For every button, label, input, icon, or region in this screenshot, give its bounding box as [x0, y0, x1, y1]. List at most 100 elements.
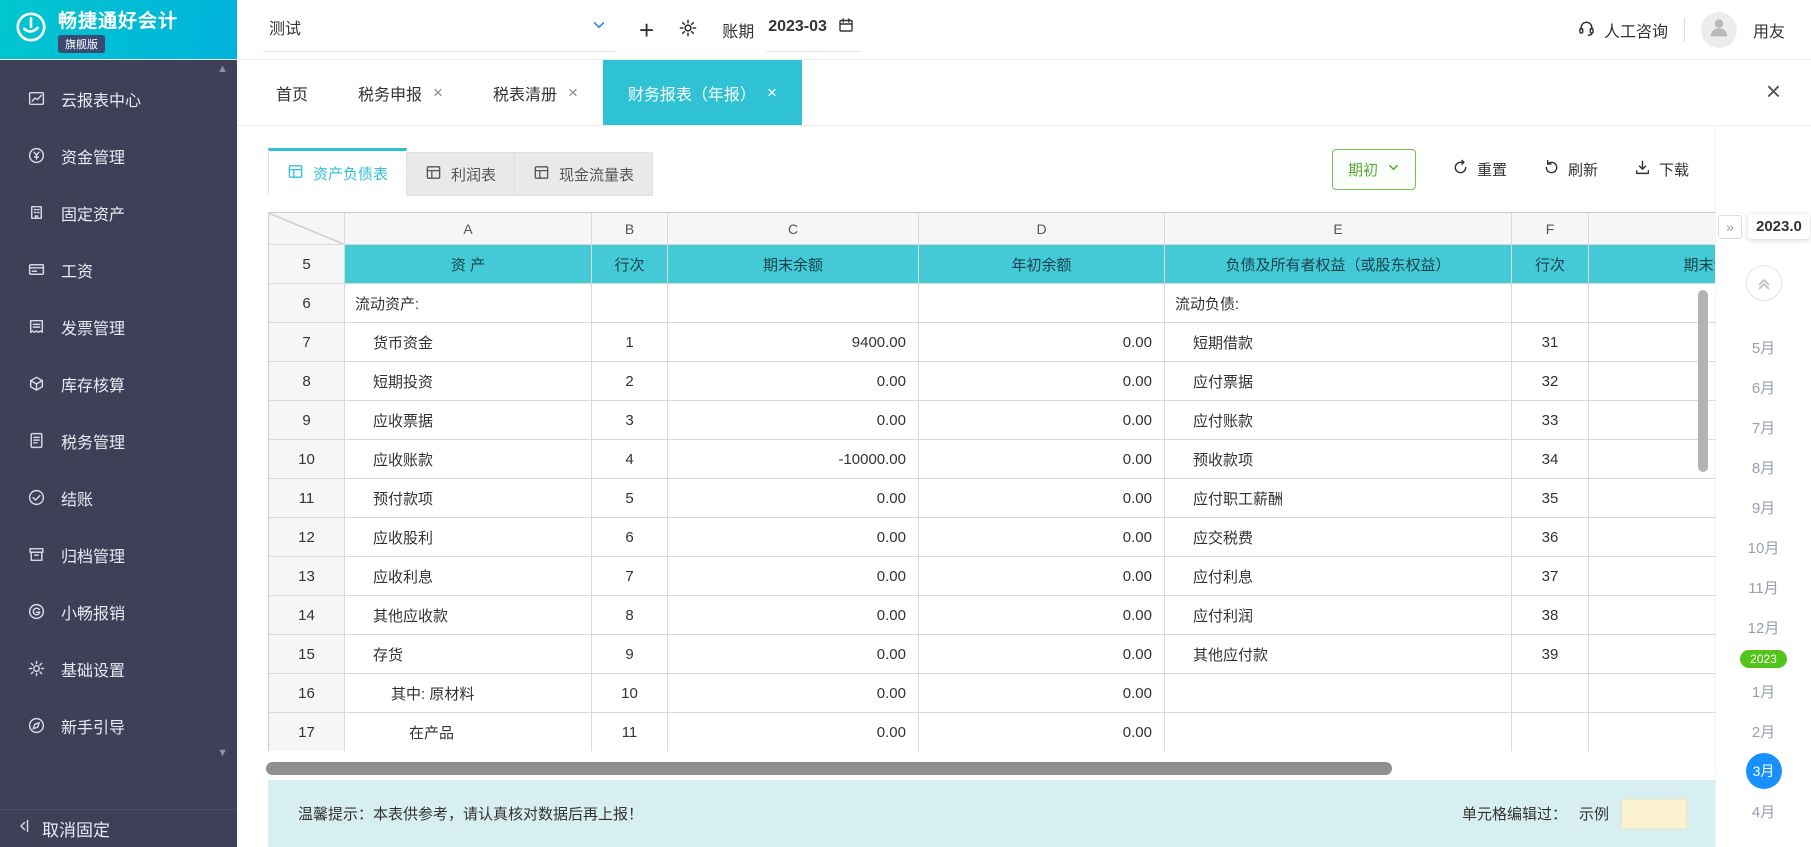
month-item-11月[interactable]: 11月	[1716, 567, 1811, 607]
sheet-cell[interactable]: 预收款项	[1165, 440, 1512, 479]
sheet-cell[interactable]: 流动负债:	[1165, 284, 1512, 323]
tab-1[interactable]: 税务申报 ×	[333, 60, 468, 125]
sheet-cell[interactable]: 应付利息	[1165, 557, 1512, 596]
sheet-cell[interactable]	[1589, 596, 1715, 635]
sheet-cell[interactable]: 0.00	[919, 401, 1165, 440]
tab-close-icon[interactable]: ×	[568, 83, 578, 103]
sheet-cell[interactable]: 36	[1512, 518, 1589, 557]
sheet-cell[interactable]: 应付利润	[1165, 596, 1512, 635]
sheet-cell[interactable]	[1589, 479, 1715, 518]
sheet-cell[interactable]: 5	[592, 479, 668, 518]
vertical-scrollbar[interactable]	[1698, 290, 1708, 472]
sheet-cell[interactable]: 34	[1512, 440, 1589, 479]
month-item-2月[interactable]: 2月	[1716, 711, 1811, 751]
sheet-cell[interactable]	[1589, 674, 1715, 713]
sheet-cell[interactable]: 流动资产:	[345, 284, 592, 323]
sheet-cell[interactable]	[919, 284, 1165, 323]
sheet-cell[interactable]: 0.00	[919, 674, 1165, 713]
sheet-cell[interactable]: 应收账款	[345, 440, 592, 479]
sheet-cell[interactable]: 0.00	[668, 518, 919, 557]
sheet-cell[interactable]: 33	[1512, 401, 1589, 440]
sheet-cell[interactable]	[1589, 362, 1715, 401]
download-button[interactable]: 下载	[1634, 159, 1689, 180]
sidebar-item-reimburse[interactable]: 小畅报销	[0, 583, 237, 640]
sheet-cell[interactable]: 预付款项	[345, 479, 592, 518]
double-chevron-up-icon[interactable]	[1745, 265, 1782, 301]
row-number-5[interactable]: 5	[269, 245, 345, 284]
sheet-cell[interactable]: 4	[592, 440, 668, 479]
month-item-1月[interactable]: 1月	[1716, 671, 1811, 711]
sheet-cell[interactable]: 0.00	[668, 635, 919, 674]
sheet-cell[interactable]	[1589, 518, 1715, 557]
sheet-cell[interactable]: 11	[592, 713, 668, 751]
sheet-cell[interactable]: 应收利息	[345, 557, 592, 596]
sheet-cell[interactable]: 0.00	[919, 362, 1165, 401]
tab-3[interactable]: 财务报表（年报） ×	[602, 60, 802, 125]
sheet-cell[interactable]: 存货	[345, 635, 592, 674]
sheet-cell[interactable]: 0.00	[919, 323, 1165, 362]
sheet-cell[interactable]: 3	[592, 401, 668, 440]
sheet-cell[interactable]: 0.00	[668, 674, 919, 713]
month-item-7月[interactable]: 7月	[1716, 407, 1811, 447]
report-tab-0[interactable]: 资产负债表	[268, 148, 408, 196]
opening-period-button[interactable]: 期初	[1331, 149, 1416, 190]
sidebar-item-tax[interactable]: 税务管理	[0, 412, 237, 469]
month-item-9月[interactable]: 9月	[1716, 487, 1811, 527]
sheet-cell[interactable]: 应交税费	[1165, 518, 1512, 557]
sheet-cell[interactable]: 39	[1512, 635, 1589, 674]
row-number-11[interactable]: 11	[269, 479, 345, 518]
tab-close-icon[interactable]: ×	[433, 83, 443, 103]
sheet-cell[interactable]: 0.00	[919, 713, 1165, 751]
report-tab-1[interactable]: 利润表	[407, 152, 516, 196]
avatar[interactable]	[1700, 11, 1737, 48]
sheet-cell[interactable]: 0.00	[668, 596, 919, 635]
sheet-cell[interactable]	[1512, 284, 1589, 323]
sheet-cell[interactable]: 其他应付款	[1165, 635, 1512, 674]
sheet-cell[interactable]	[1589, 401, 1715, 440]
column-header-partial[interactable]	[1589, 213, 1715, 245]
month-item-10月[interactable]: 10月	[1716, 527, 1811, 567]
row-number-10[interactable]: 10	[269, 440, 345, 479]
sheet-cell[interactable]: 32	[1512, 362, 1589, 401]
sheet-cell[interactable]	[1589, 323, 1715, 362]
sheet-cell[interactable]	[1512, 713, 1589, 751]
sheet-cell[interactable]: 0.00	[919, 635, 1165, 674]
sheet-cell[interactable]: 0.00	[668, 401, 919, 440]
column-header-C[interactable]: C	[668, 213, 919, 245]
sheet-header-cell[interactable]: 期末余额	[668, 245, 919, 284]
sidebar-item-guide[interactable]: 新手引导	[0, 697, 237, 754]
row-number-12[interactable]: 12	[269, 518, 345, 557]
sheet-header-cell[interactable]: 负债及所有者权益（或股东权益）	[1165, 245, 1512, 284]
sheet-cell[interactable]: 0.00	[919, 557, 1165, 596]
chevrons-right-icon[interactable]: »	[1718, 214, 1742, 239]
sheet-cell[interactable]: 8	[592, 596, 668, 635]
tab-2[interactable]: 税表清册 ×	[468, 60, 603, 125]
sheet-cell[interactable]: 0.00	[668, 557, 919, 596]
sheet-cell[interactable]: 在产品	[345, 713, 592, 751]
sheet-cell[interactable]: 31	[1512, 323, 1589, 362]
sidebar-item-invoice[interactable]: 发票管理	[0, 298, 237, 355]
tab-close-icon[interactable]: ×	[767, 83, 777, 103]
tab-0[interactable]: 首页	[251, 60, 333, 125]
row-number-6[interactable]: 6	[269, 284, 345, 323]
period-picker[interactable]: 2023-03	[766, 8, 861, 52]
sidebar-item-cloud-report[interactable]: 云报表中心	[0, 70, 237, 127]
sheet-cell[interactable]: 10	[592, 674, 668, 713]
row-number-13[interactable]: 13	[269, 557, 345, 596]
sheet-cell[interactable]	[668, 284, 919, 323]
sheet-cell[interactable]: 0.00	[919, 596, 1165, 635]
sheet-cell[interactable]: -10000.00	[668, 440, 919, 479]
month-item-12月[interactable]: 12月	[1716, 607, 1811, 647]
sidebar-item-funds[interactable]: 资金管理	[0, 127, 237, 184]
row-number-15[interactable]: 15	[269, 635, 345, 674]
sheet-cell[interactable]: 6	[592, 518, 668, 557]
sheet-cell[interactable]	[1512, 674, 1589, 713]
sidebar-item-inventory[interactable]: 库存核算	[0, 355, 237, 412]
row-number-14[interactable]: 14	[269, 596, 345, 635]
sheet-cell[interactable]: 1	[592, 323, 668, 362]
sheet-header-cell[interactable]: 资 产	[345, 245, 592, 284]
month-item-8月[interactable]: 8月	[1716, 447, 1811, 487]
column-header-E[interactable]: E	[1165, 213, 1512, 245]
row-number-9[interactable]: 9	[269, 401, 345, 440]
sidebar-item-settings[interactable]: 基础设置	[0, 640, 237, 697]
